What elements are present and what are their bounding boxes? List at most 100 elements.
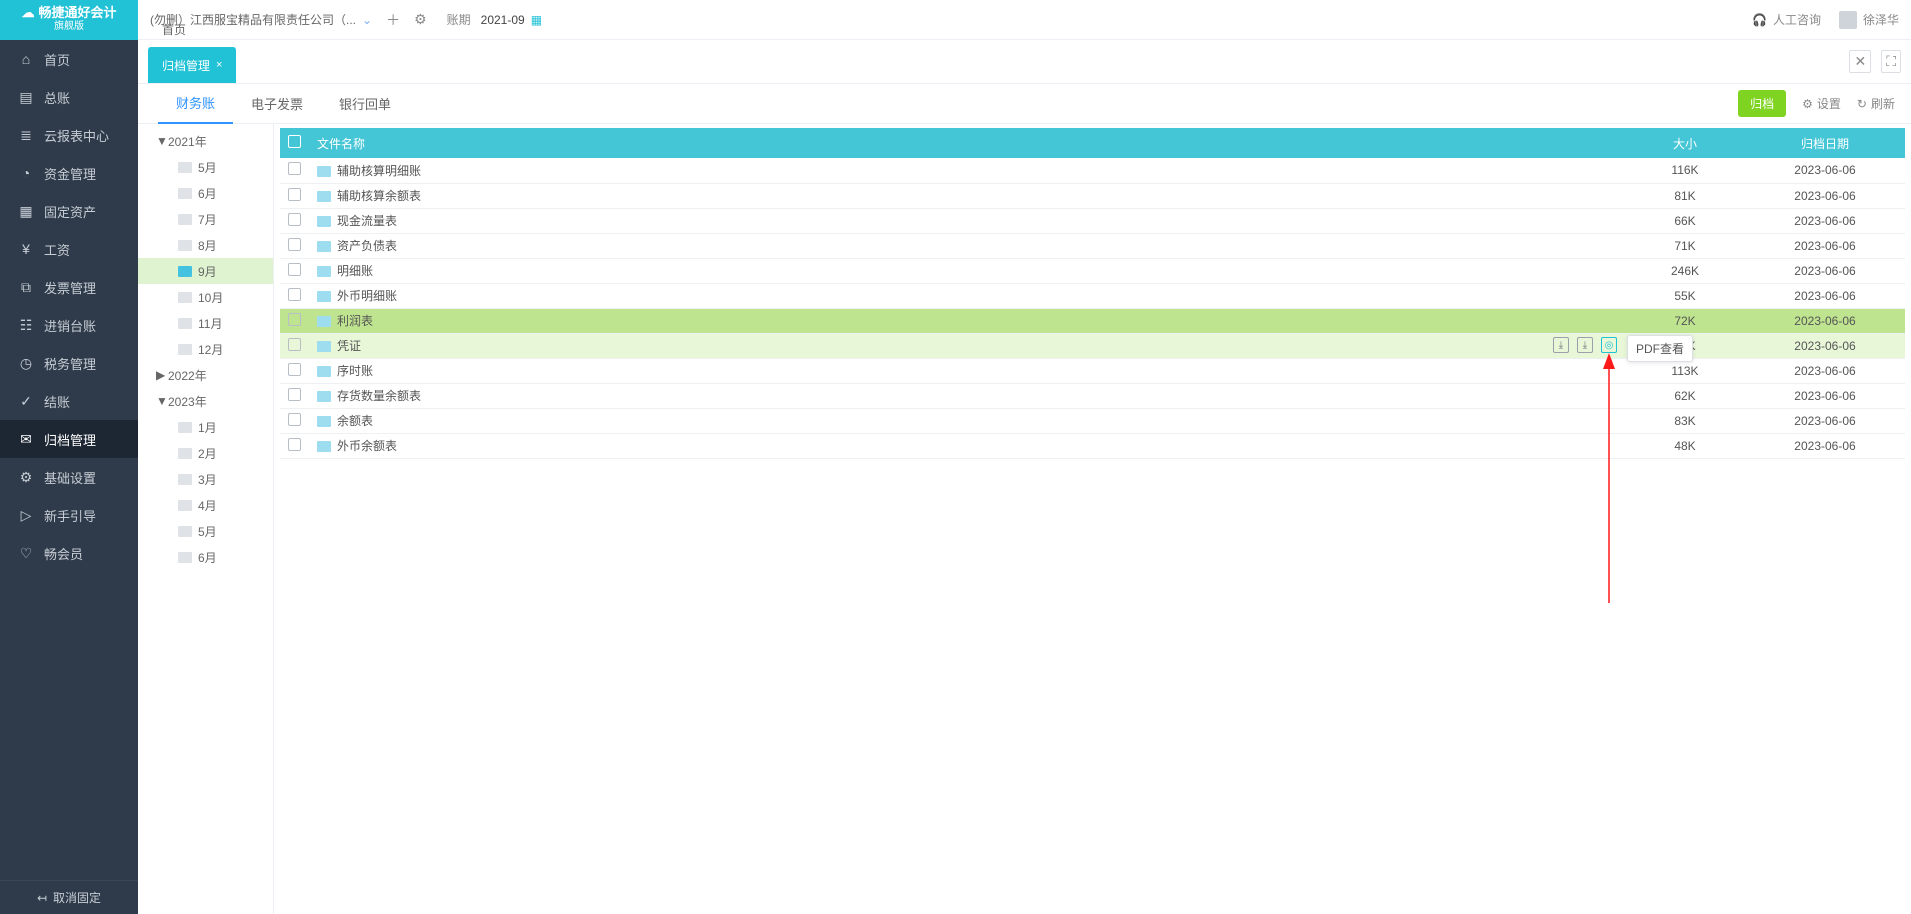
nav-item-3[interactable]: ◔资金管理 xyxy=(0,154,138,192)
row-checkbox[interactable] xyxy=(288,288,301,301)
nav-item-7[interactable]: ☷ 进销台账 xyxy=(0,306,138,344)
row-checkbox[interactable] xyxy=(288,162,301,175)
row-checkbox[interactable] xyxy=(288,263,301,276)
table-row[interactable]: 现金流量表66K2023-06-06 xyxy=(280,208,1905,233)
file-name: 利润表 xyxy=(337,314,373,328)
tree-month[interactable]: 12月 xyxy=(138,336,273,362)
file-name: 辅助核算余额表 xyxy=(337,189,421,203)
month-label: 9月 xyxy=(198,263,217,280)
refresh-label: 刷新 xyxy=(1871,95,1895,112)
table-row[interactable]: 辅助核算明细账116K2023-06-06 xyxy=(280,158,1905,183)
file-date: 2023-06-06 xyxy=(1745,358,1905,383)
tree-month[interactable]: 7月 xyxy=(138,206,273,232)
month-label: 6月 xyxy=(198,549,217,566)
file-date: 2023-06-06 xyxy=(1745,158,1905,183)
page-tabs: 首页归档管理× ✕ ⛶ xyxy=(138,40,1911,84)
nav-label: 新手引导 xyxy=(44,506,96,525)
tree-month[interactable]: 4月 xyxy=(138,492,273,518)
calendar-icon[interactable]: ▦ xyxy=(531,13,542,27)
settings-link[interactable]: ⚙设置 xyxy=(1802,95,1841,112)
file-date: 2023-06-06 xyxy=(1745,258,1905,283)
tree-month[interactable]: 3月 xyxy=(138,466,273,492)
table-row[interactable]: 余额表83K2023-06-06 xyxy=(280,408,1905,433)
table-row[interactable]: 外币明细账55K2023-06-06 xyxy=(280,283,1905,308)
nav-item-5[interactable]: ¥工资 xyxy=(0,230,138,268)
nav-item-2[interactable]: ≣云报表中心 xyxy=(0,116,138,154)
table-row[interactable]: 明细账246K2023-06-06 xyxy=(280,258,1905,283)
support-link[interactable]: 🎧 人工咨询 xyxy=(1752,11,1821,28)
archive-button[interactable]: 归档 xyxy=(1738,90,1786,117)
tree-month[interactable]: 10月 xyxy=(138,284,273,310)
user-menu[interactable]: 徐泽华 xyxy=(1839,11,1899,29)
file-size: 55K xyxy=(1625,283,1745,308)
folder-icon xyxy=(178,500,192,511)
col-size: 大小 xyxy=(1625,128,1745,158)
table-row[interactable]: 外币余额表48K2023-06-06 xyxy=(280,433,1905,458)
folder-icon xyxy=(317,416,331,427)
subtab-1[interactable]: 电子发票 xyxy=(233,84,321,124)
close-all-tabs-button[interactable]: ✕ xyxy=(1849,50,1871,73)
nav-item-10[interactable]: ✉归档管理 xyxy=(0,420,138,458)
nav-item-1[interactable]: ▤总账 xyxy=(0,78,138,116)
fullscreen-button[interactable]: ⛶ xyxy=(1881,50,1901,73)
table-row[interactable]: 资产负债表71K2023-06-06 xyxy=(280,233,1905,258)
page-tab-1[interactable]: 归档管理× xyxy=(148,47,236,83)
month-label: 3月 xyxy=(198,471,217,488)
nav-item-0[interactable]: ⌂首页 xyxy=(0,40,138,78)
subtab-0[interactable]: 财务账 xyxy=(158,84,233,124)
table-row[interactable]: 辅助核算余额表81K2023-06-06 xyxy=(280,183,1905,208)
download-excel-icon[interactable]: ⤓ xyxy=(1553,337,1569,353)
tree-month[interactable]: 5月 xyxy=(138,518,273,544)
nav-label: 税务管理 xyxy=(44,354,96,373)
tree-month[interactable]: 9月 xyxy=(138,258,273,284)
nav-label: 归档管理 xyxy=(44,430,96,449)
folder-icon xyxy=(317,166,331,177)
nav-icon: ≣ xyxy=(18,127,34,144)
nav-icon: ☷ xyxy=(18,317,34,334)
tree-month[interactable]: 6月 xyxy=(138,544,273,570)
tree-year[interactable]: ▼2023年 xyxy=(138,388,273,414)
refresh-link[interactable]: ↻刷新 xyxy=(1857,95,1895,112)
tree-month[interactable]: 6月 xyxy=(138,180,273,206)
row-checkbox[interactable] xyxy=(288,438,301,451)
close-icon[interactable]: × xyxy=(216,59,222,71)
subtab-2[interactable]: 银行回单 xyxy=(321,84,409,124)
tree-month[interactable]: 2月 xyxy=(138,440,273,466)
row-checkbox[interactable] xyxy=(288,413,301,426)
select-all-checkbox[interactable] xyxy=(288,135,301,148)
nav-item-11[interactable]: ⚙基础设置 xyxy=(0,458,138,496)
tree-month[interactable]: 8月 xyxy=(138,232,273,258)
nav-item-6[interactable]: ⧉发票管理 xyxy=(0,268,138,306)
row-checkbox[interactable] xyxy=(288,313,301,326)
file-date: 2023-06-06 xyxy=(1745,408,1905,433)
nav-item-4[interactable]: ▦固定资产 xyxy=(0,192,138,230)
nav-label: 进销台账 xyxy=(44,316,96,335)
download-pdf-icon[interactable]: ⤓ xyxy=(1577,337,1593,353)
tree-year[interactable]: ▼2021年 xyxy=(138,128,273,154)
tree-year[interactable]: ▶2022年 xyxy=(138,362,273,388)
pdf-view-icon[interactable]: ◎ xyxy=(1601,337,1617,353)
nav-icon: ¥ xyxy=(18,241,34,257)
row-checkbox[interactable] xyxy=(288,238,301,251)
row-checkbox[interactable] xyxy=(288,338,301,351)
tree-month[interactable]: 1月 xyxy=(138,414,273,440)
row-checkbox[interactable] xyxy=(288,388,301,401)
nav-item-13[interactable]: ♡畅会员 xyxy=(0,534,138,572)
table-row[interactable]: 存货数量余额表62K2023-06-06 xyxy=(280,383,1905,408)
file-size: 81K xyxy=(1625,183,1745,208)
add-company-button[interactable]: ＋ xyxy=(386,10,400,30)
nav-item-8[interactable]: ◷税务管理 xyxy=(0,344,138,382)
row-checkbox[interactable] xyxy=(288,363,301,376)
subtabs: 财务账电子发票银行回单 归档 ⚙设置 ↻刷新 xyxy=(138,84,1911,124)
row-checkbox[interactable] xyxy=(288,213,301,226)
sidebar-unpin[interactable]: ↤ 取消固定 xyxy=(0,880,138,914)
page-tab-0[interactable]: 首页 xyxy=(148,11,236,47)
company-settings-button[interactable]: ⚙ xyxy=(414,11,427,28)
tree-month[interactable]: 5月 xyxy=(138,154,273,180)
row-checkbox[interactable] xyxy=(288,188,301,201)
period-value[interactable]: 2021-09 xyxy=(481,13,525,27)
nav-item-12[interactable]: ▷新手引导 xyxy=(0,496,138,534)
nav-item-9[interactable]: ✓结账 xyxy=(0,382,138,420)
tree-month[interactable]: 11月 xyxy=(138,310,273,336)
table-row[interactable]: 利润表72K2023-06-06 xyxy=(280,308,1905,333)
